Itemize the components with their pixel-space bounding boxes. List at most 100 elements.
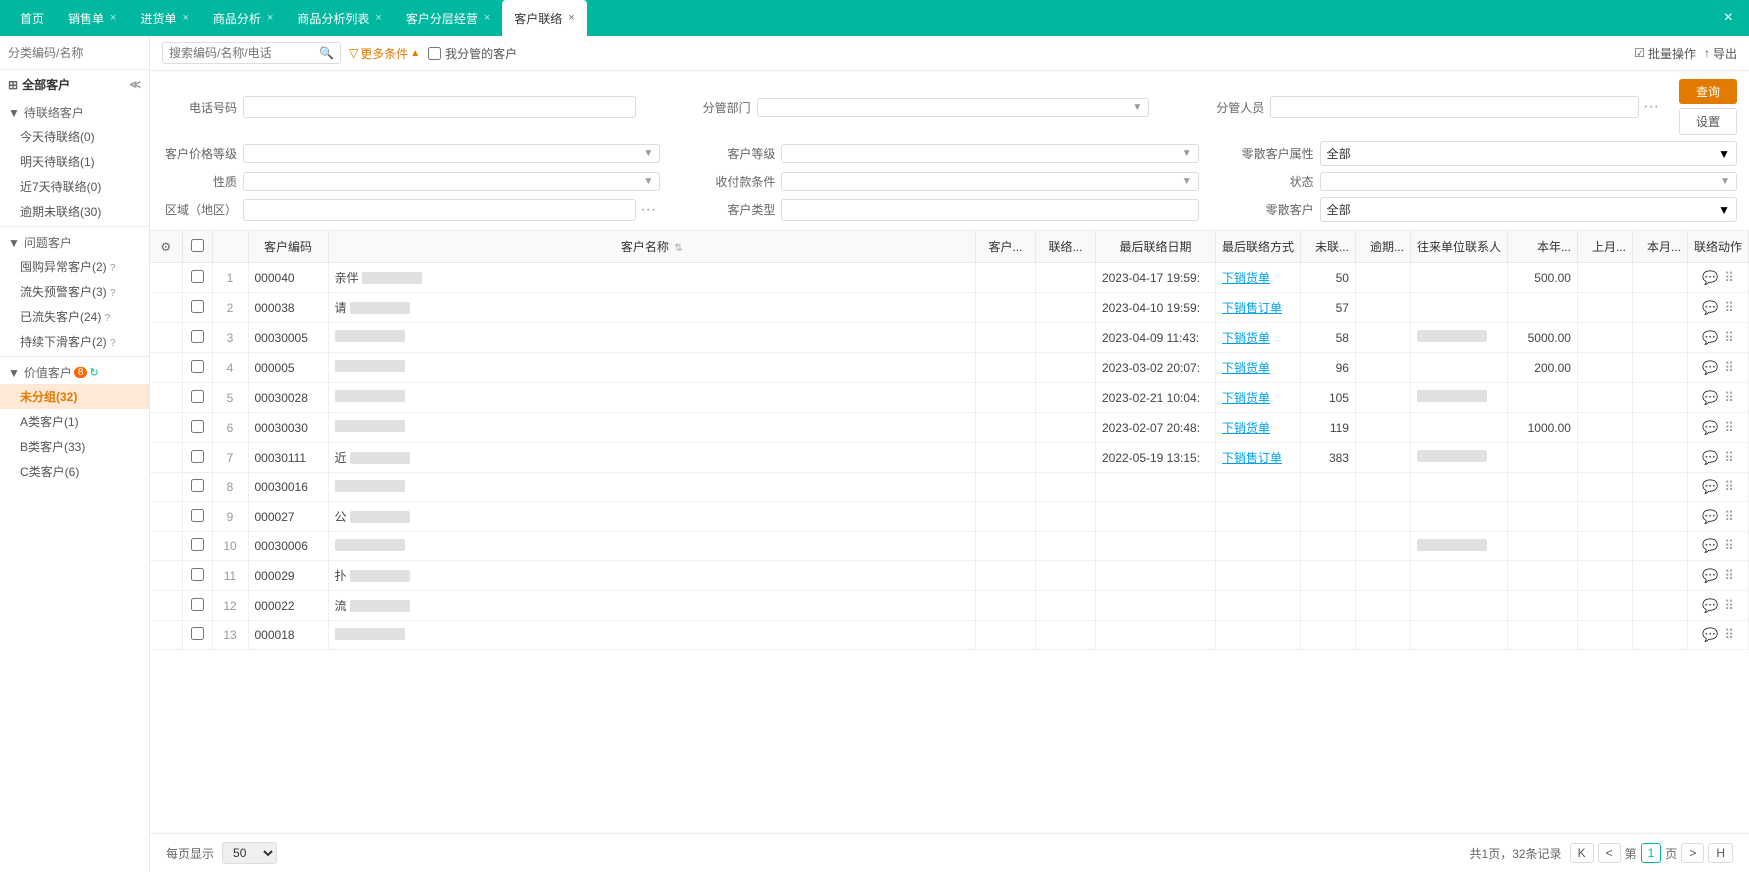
row-checkbox[interactable] xyxy=(191,450,204,463)
sidebar-item-no-group[interactable]: 未分组(32) xyxy=(0,384,149,409)
row-last-method[interactable]: 下销货单 xyxy=(1215,263,1300,293)
th-type[interactable]: 客户... xyxy=(975,231,1035,263)
row-name[interactable] xyxy=(328,473,975,502)
contact-icon[interactable]: 💬 xyxy=(1702,538,1718,554)
query-button[interactable]: 查询 xyxy=(1679,79,1737,104)
row-last-method[interactable]: 下销售订单 xyxy=(1215,443,1300,473)
row-checkbox[interactable] xyxy=(191,300,204,313)
row-checkbox[interactable] xyxy=(191,509,204,522)
my-customers-checkbox[interactable] xyxy=(428,47,441,60)
row-checkbox[interactable] xyxy=(191,598,204,611)
more-icon[interactable]: ⠿ xyxy=(1724,627,1734,643)
row-last-method[interactable] xyxy=(1215,473,1300,502)
export-btn[interactable]: ↑ 导出 xyxy=(1704,45,1737,62)
filter-customer-type-input[interactable] xyxy=(781,199,1198,221)
prev-page-button[interactable]: < xyxy=(1598,843,1621,863)
batch-op-btn[interactable]: ☑ 批量操作 xyxy=(1634,45,1696,62)
row-last-method[interactable]: 下销货单 xyxy=(1215,383,1300,413)
close-product-analysis-list[interactable]: × xyxy=(375,12,381,24)
contact-icon[interactable]: 💬 xyxy=(1702,360,1718,376)
close-sales-order[interactable]: × xyxy=(110,12,116,24)
tab-product-analysis-list[interactable]: 商品分析列表 × xyxy=(285,0,393,36)
contact-icon[interactable]: 💬 xyxy=(1702,509,1718,525)
contact-icon[interactable]: 💬 xyxy=(1702,300,1718,316)
row-name[interactable]: 近 xyxy=(328,443,975,473)
main-search-icon[interactable]: 🔍 xyxy=(319,46,334,60)
more-icon[interactable]: ⠿ xyxy=(1724,360,1734,376)
sidebar-item-overdue[interactable]: 逾期未联络(30) xyxy=(0,199,149,224)
sidebar-search-input[interactable] xyxy=(8,46,150,60)
sidebar-item-churn-warning[interactable]: 流失预警客户(3) ? xyxy=(0,279,149,304)
row-name[interactable] xyxy=(328,532,975,561)
row-last-method[interactable]: 下销售订单 xyxy=(1215,293,1300,323)
th-code[interactable]: 客户编码 xyxy=(248,231,328,263)
row-name[interactable]: 请 xyxy=(328,293,975,323)
last-page-button[interactable]: H xyxy=(1708,843,1733,863)
tab-customer-contact[interactable]: 客户联络 × xyxy=(502,0,586,36)
contact-icon[interactable]: 💬 xyxy=(1702,598,1718,614)
filter-nature-select[interactable]: ▼ xyxy=(243,172,660,191)
row-checkbox[interactable] xyxy=(191,330,204,343)
filter-dept-select[interactable]: ▼ xyxy=(757,98,1150,117)
last-method-link[interactable]: 下销货单 xyxy=(1222,331,1270,345)
last-method-link[interactable]: 下销货单 xyxy=(1222,361,1270,375)
sidebar-item-class-a[interactable]: A类客户(1) xyxy=(0,409,149,434)
all-customers-header[interactable]: ⊞ 全部客户 ≪ xyxy=(0,70,149,99)
row-name[interactable] xyxy=(328,383,975,413)
th-this-month[interactable]: 本月... xyxy=(1632,231,1687,263)
row-checkbox[interactable] xyxy=(191,360,204,373)
filter-region-input[interactable] xyxy=(250,203,629,217)
row-last-method[interactable] xyxy=(1215,621,1300,650)
tab-sales-order[interactable]: 销售单 × xyxy=(56,0,128,36)
contact-icon[interactable]: 💬 xyxy=(1702,330,1718,346)
more-icon[interactable]: ⠿ xyxy=(1724,390,1734,406)
last-method-link[interactable]: 下销货单 xyxy=(1222,421,1270,435)
last-method-link[interactable]: 下销售订单 xyxy=(1222,451,1282,465)
filter-payment-select[interactable]: ▼ xyxy=(781,172,1198,191)
more-icon[interactable]: ⠿ xyxy=(1724,598,1734,614)
contact-icon[interactable]: 💬 xyxy=(1702,479,1718,495)
tab-purchase-order[interactable]: 进货单 × xyxy=(128,0,200,36)
window-close-button[interactable]: × xyxy=(1716,9,1741,27)
row-name[interactable]: 流 xyxy=(328,591,975,621)
row-checkbox[interactable] xyxy=(191,568,204,581)
sidebar-item-class-c[interactable]: C类客户(6) xyxy=(0,459,149,484)
contact-icon[interactable]: 💬 xyxy=(1702,568,1718,584)
row-checkbox[interactable] xyxy=(191,420,204,433)
last-method-link[interactable]: 下销售订单 xyxy=(1222,301,1282,315)
th-last-method[interactable]: 最后联络方式 xyxy=(1215,231,1300,263)
contact-icon[interactable]: 💬 xyxy=(1702,450,1718,466)
more-icon[interactable]: ⠿ xyxy=(1724,538,1734,554)
row-last-method[interactable] xyxy=(1215,532,1300,561)
filter-price-level-select[interactable]: ▼ xyxy=(243,144,660,163)
more-icon[interactable]: ⠿ xyxy=(1724,509,1734,525)
last-method-link[interactable]: 下销货单 xyxy=(1222,271,1270,285)
close-product-analysis[interactable]: × xyxy=(267,12,273,24)
row-last-method[interactable] xyxy=(1215,591,1300,621)
sidebar-item-today[interactable]: 今天待联络(0) xyxy=(0,124,149,149)
tab-product-analysis[interactable]: 商品分析 × xyxy=(201,0,285,36)
sidebar-item-class-b[interactable]: B类客户(33) xyxy=(0,434,149,459)
row-checkbox[interactable] xyxy=(191,538,204,551)
row-last-method[interactable]: 下销货单 xyxy=(1215,413,1300,443)
last-method-link[interactable]: 下销货单 xyxy=(1222,391,1270,405)
sidebar-item-abnormal[interactable]: 囤购异常客户(2) ? xyxy=(0,254,149,279)
select-all-checkbox[interactable] xyxy=(191,239,204,252)
row-last-method[interactable]: 下销货单 xyxy=(1215,323,1300,353)
main-search-input[interactable] xyxy=(169,46,319,60)
next-page-button[interactable]: > xyxy=(1681,843,1704,863)
row-name[interactable]: 公 xyxy=(328,502,975,532)
row-name[interactable] xyxy=(328,413,975,443)
sidebar-item-tomorrow[interactable]: 明天待联络(1) xyxy=(0,149,149,174)
row-checkbox[interactable] xyxy=(191,627,204,640)
first-page-button[interactable]: K xyxy=(1570,843,1594,863)
th-pending[interactable]: 未联... xyxy=(1300,231,1355,263)
filter-status-select[interactable]: ▼ xyxy=(1320,172,1737,191)
more-icon[interactable]: ⠿ xyxy=(1724,270,1734,286)
tab-home[interactable]: 首页 xyxy=(8,0,56,36)
gear-icon[interactable]: ⚙ xyxy=(160,240,171,254)
filter-region-dots[interactable]: ··· xyxy=(636,201,660,219)
th-check[interactable] xyxy=(182,231,212,263)
th-overdue[interactable]: 逾期... xyxy=(1355,231,1410,263)
row-name[interactable] xyxy=(328,621,975,650)
